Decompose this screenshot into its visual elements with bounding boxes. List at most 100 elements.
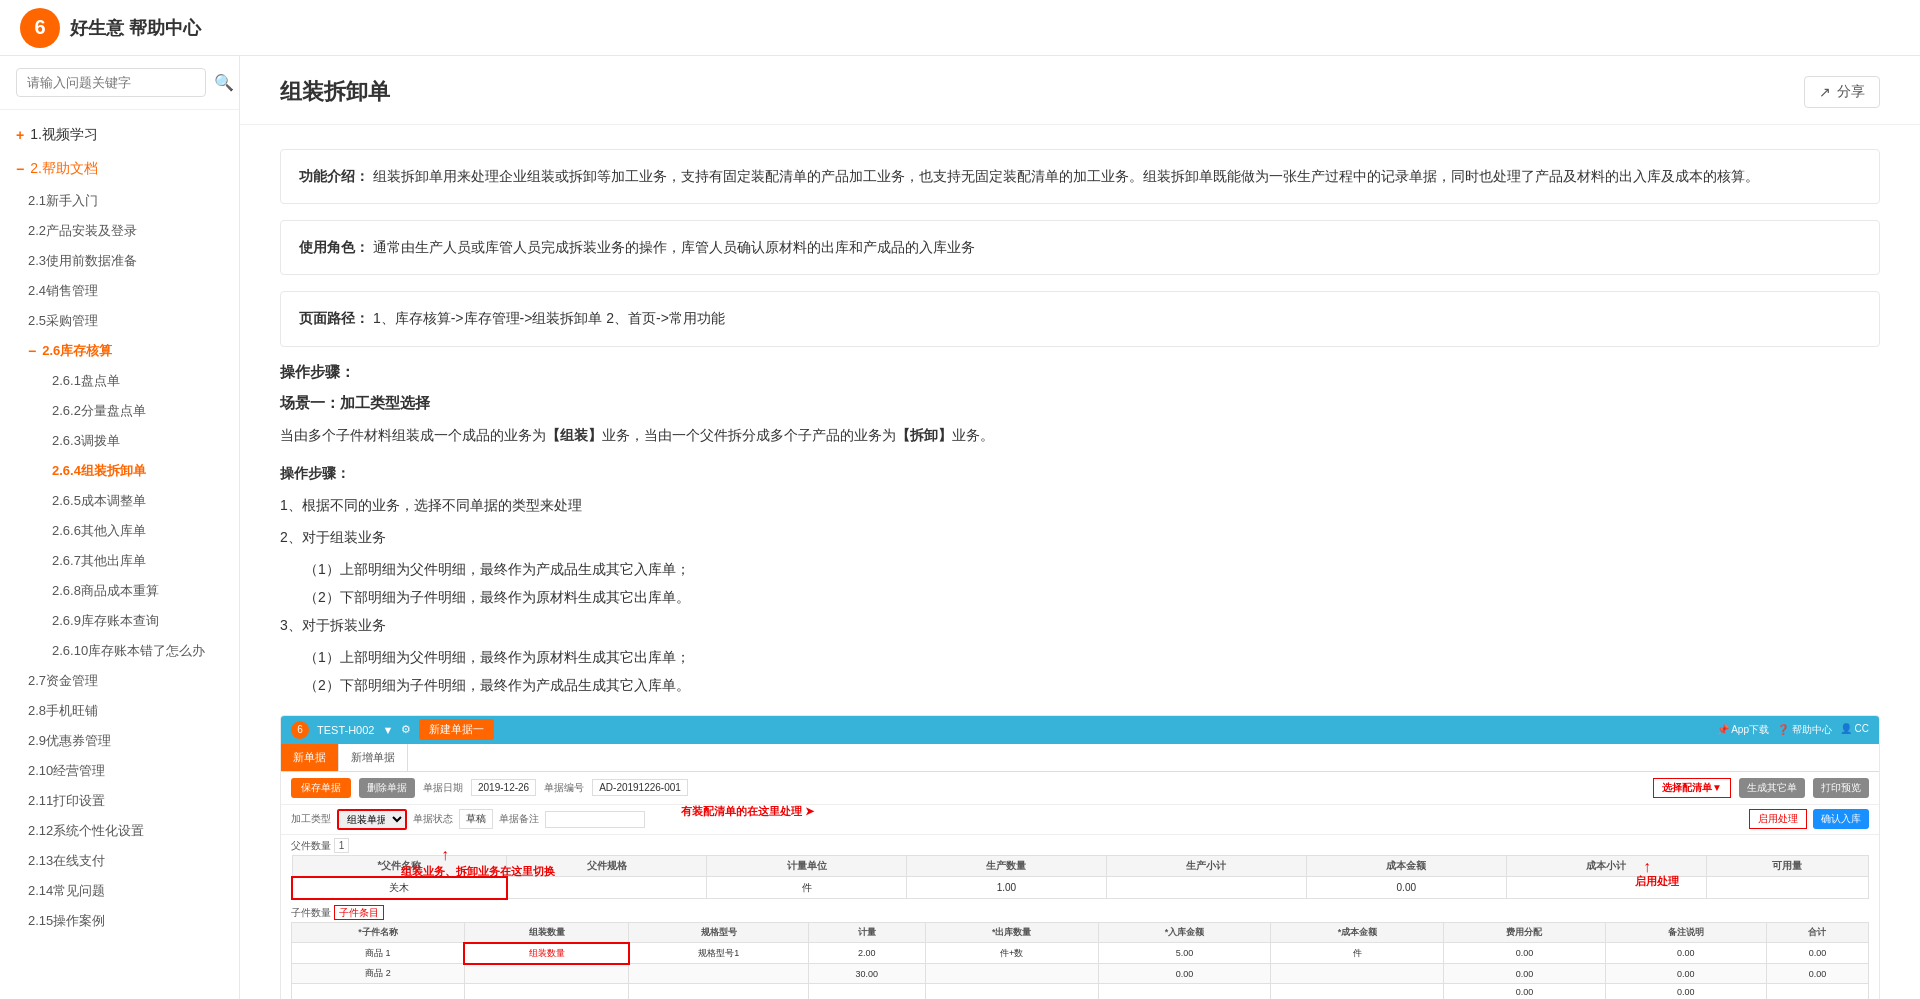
sidebar-item-2-6-4[interactable]: 2.6.4组装拆卸单 [44, 456, 239, 486]
collapse-icon-2-6: − [28, 343, 36, 359]
sidebar-item-2-7[interactable]: 2.7资金管理 [28, 666, 239, 696]
sidebar-item-2-9[interactable]: 2.9优惠券管理 [28, 726, 239, 756]
col-unit: 计量单位 [707, 855, 907, 877]
mock-date-value: 2019-12-26 [471, 779, 536, 796]
sidebar-item-2-10[interactable]: 2.10经营管理 [28, 756, 239, 786]
mock-settings-icon: ⚙ [401, 723, 411, 736]
cell-spec [507, 877, 707, 899]
sidebar-item-2-6-5[interactable]: 2.6.5成本调整单 [44, 486, 239, 516]
share-button[interactable]: ↗ 分享 [1804, 76, 1880, 108]
table-row: 0.000.00 [292, 984, 1869, 999]
role-text: 通常由生产人员或库管人员完成拆装业务的操作，库管人员确认原材料的出库和产成品的入… [373, 239, 975, 255]
content-area: 组装拆卸单 ↗ 分享 功能介绍： 组装拆卸单用来处理企业组装或拆卸等加工业务，支… [240, 56, 1920, 999]
cell-sub [1106, 877, 1306, 899]
sidebar-item-2-6-8[interactable]: 2.6.8商品成本重算 [44, 576, 239, 606]
mock-proc-label: 加工类型 [291, 812, 331, 826]
mock-toolbar: 保存单据 删除单据 单据日期 2019-12-26 单据编号 AD-201912… [281, 772, 1879, 805]
sidebar-item-2-15[interactable]: 2.15操作案例 [28, 906, 239, 936]
sidebar-item-2-4[interactable]: 2.4销售管理 [28, 276, 239, 306]
sidebar-sub-2: 2.1新手入门 2.2产品安装及登录 2.3使用前数据准备 2.4销售管理 2.… [0, 186, 239, 936]
mock-proc-type[interactable]: 组装单据 拆卸单据 [337, 809, 407, 830]
page-title: 组装拆卸单 [280, 77, 390, 107]
mock-tab-2[interactable]: 新增单据 [339, 744, 408, 771]
col-remark: 备注说明 [1605, 922, 1766, 943]
share-icon: ↗ [1819, 84, 1831, 100]
mock-remark-input[interactable] [545, 811, 645, 828]
table-row: 商品 1 组装数量 规格型号1 2.00 件+数 5.00 件 0.00 0.0 [292, 943, 1869, 964]
mock-new-btn[interactable]: 新建单据一 [419, 719, 494, 740]
mock-confirm-btn[interactable]: 确认入库 [1813, 809, 1869, 829]
sidebar: 🔍 + 1.视频学习 − 2.帮助文档 2.1新手入门 2.2产品安装及登录 [0, 56, 240, 999]
path-label: 页面路径： [299, 310, 369, 326]
search-box: 🔍 [0, 56, 239, 110]
search-icon[interactable]: 🔍 [214, 73, 234, 92]
sidebar-item-1[interactable]: + 1.视频学习 [0, 118, 239, 152]
sidebar-item-2-6-9[interactable]: 2.6.9库存账本查询 [44, 606, 239, 636]
sidebar-item-2-11[interactable]: 2.11打印设置 [28, 786, 239, 816]
sidebar-item-2-header[interactable]: − 2.帮助文档 [0, 152, 239, 186]
mock-tab-active[interactable]: 新单据 [281, 744, 339, 771]
sidebar-item-2-14[interactable]: 2.14常见问题 [28, 876, 239, 906]
sidebar-item-2-6-1[interactable]: 2.6.1盘点单 [44, 366, 239, 396]
child-assem-qty-1: 组装数量 [464, 943, 629, 964]
col-out-qty: *出库数量 [925, 922, 1098, 943]
sidebar-item-2[interactable]: − 2.帮助文档 2.1新手入门 2.2产品安装及登录 2.3使用前数据准备 2… [0, 152, 239, 936]
cell-avail [1706, 877, 1868, 899]
role-label: 使用角色： [299, 239, 369, 255]
mock-child-table: *子件名称 组装数量 规格型号 计量 *出库数量 *入库金额 *成本金额 费用分… [291, 922, 1869, 999]
sidebar-item-2-12[interactable]: 2.12系统个性化设置 [28, 816, 239, 846]
col-assem-qty: 组装数量 [464, 922, 629, 943]
step2: 2、对于组装业务 [280, 523, 1880, 551]
sidebar-item-1-header[interactable]: + 1.视频学习 [0, 118, 239, 152]
sidebar-item-2-5[interactable]: 2.5采购管理 [28, 306, 239, 336]
mock-other-btn[interactable]: 生成其它单 [1739, 778, 1805, 798]
mock-del-btn[interactable]: 删除单据 [359, 778, 415, 798]
sidebar-item-2-6-3[interactable]: 2.6.3调拨单 [44, 426, 239, 456]
mock-config-btn[interactable]: 选择配清单▼ [1653, 778, 1731, 798]
func-intro-text: 组装拆卸单用来处理企业组装或拆卸等加工业务，支持有固定装配清单的产品加工业务，也… [373, 168, 1759, 184]
mock-print-btn[interactable]: 打印预览 [1813, 778, 1869, 798]
step2-1: （1）上部明细为父件明细，最终作为产成品生成其它入库单； [280, 555, 1880, 583]
sidebar-item-2-13[interactable]: 2.13在线支付 [28, 846, 239, 876]
mock-enable-btn[interactable]: 启用处理 [1749, 809, 1807, 829]
sidebar-item-2-2[interactable]: 2.2产品安装及登录 [28, 216, 239, 246]
sidebar-item-1-label: 1.视频学习 [30, 126, 98, 144]
mock-icons-right: 📌 App下载 ❓ 帮助中心 👤 CC [1717, 723, 1869, 737]
col-fee-dist: 费用分配 [1444, 922, 1605, 943]
path-text: 1、库存核算->库存管理->组装拆卸单 2、首页->常用功能 [373, 310, 725, 326]
sidebar-item-2-6-6[interactable]: 2.6.6其他入库单 [44, 516, 239, 546]
search-input[interactable] [16, 68, 206, 97]
sidebar-item-2-6-7[interactable]: 2.6.7其他出库单 [44, 546, 239, 576]
col-cost-amt2: *成本金额 [1271, 922, 1444, 943]
sidebar-item-2-6-2[interactable]: 2.6.2分量盘点单 [44, 396, 239, 426]
col-model: 规格型号 [629, 922, 808, 943]
sidebar-item-2-1[interactable]: 2.1新手入门 [28, 186, 239, 216]
col-measure: 计量 [808, 922, 925, 943]
mock-status-label: 单据状态 [413, 812, 453, 826]
expand-icon-1: + [16, 127, 24, 143]
annotation-bom: 有装配清单的在这里处理 ➤ [681, 804, 814, 819]
step3-1: （1）上部明细为父件明细，最终作为原材料生成其它出库单； [280, 643, 1880, 671]
top-header: 6 好生意 帮助中心 [0, 0, 1920, 56]
sidebar-item-2-6-header[interactable]: − 2.6库存核算 [28, 336, 239, 366]
collapse-icon-2: − [16, 161, 24, 177]
step3: 3、对于拆装业务 [280, 611, 1880, 639]
mock-lower-table-label: 子件数量 子件条目 [291, 906, 1869, 920]
mock-status-value: 草稿 [459, 809, 493, 829]
cell-unit: 件 [707, 877, 907, 899]
mock-save-btn[interactable]: 保存单据 [291, 778, 351, 798]
sidebar-item-2-6-group: − 2.6库存核算 2.6.1盘点单 2.6.2分量盘点单 2.6.3调拨单 2… [28, 336, 239, 666]
step1: 1、根据不同的业务，选择不同单据的类型来处理 [280, 491, 1880, 519]
mock-upper-table-label: 父件数量 1 [291, 839, 1869, 853]
steps-label: 操作步骤： [280, 459, 1880, 487]
mock-erp-tabs: 新单据 新增单据 [281, 744, 1879, 772]
scene1-desc: 当由多个子件材料组装成一个成品的业务为【组装】业务，当由一个父件拆分成多个子产品… [280, 421, 1880, 449]
col-cost-amt: 成本金额 [1306, 855, 1506, 877]
sidebar-item-2-label: 2.帮助文档 [30, 160, 98, 178]
sidebar-item-2-3[interactable]: 2.3使用前数据准备 [28, 246, 239, 276]
sidebar-item-2-6-10[interactable]: 2.6.10库存账本错了怎么办 [44, 636, 239, 666]
table-row: 关木 件 1.00 0.00 [292, 877, 1869, 899]
scene1-title: 场景一：加工类型选择 [280, 394, 1880, 413]
sidebar-item-2-8[interactable]: 2.8手机旺铺 [28, 696, 239, 726]
col-child-name: *子件名称 [292, 922, 465, 943]
